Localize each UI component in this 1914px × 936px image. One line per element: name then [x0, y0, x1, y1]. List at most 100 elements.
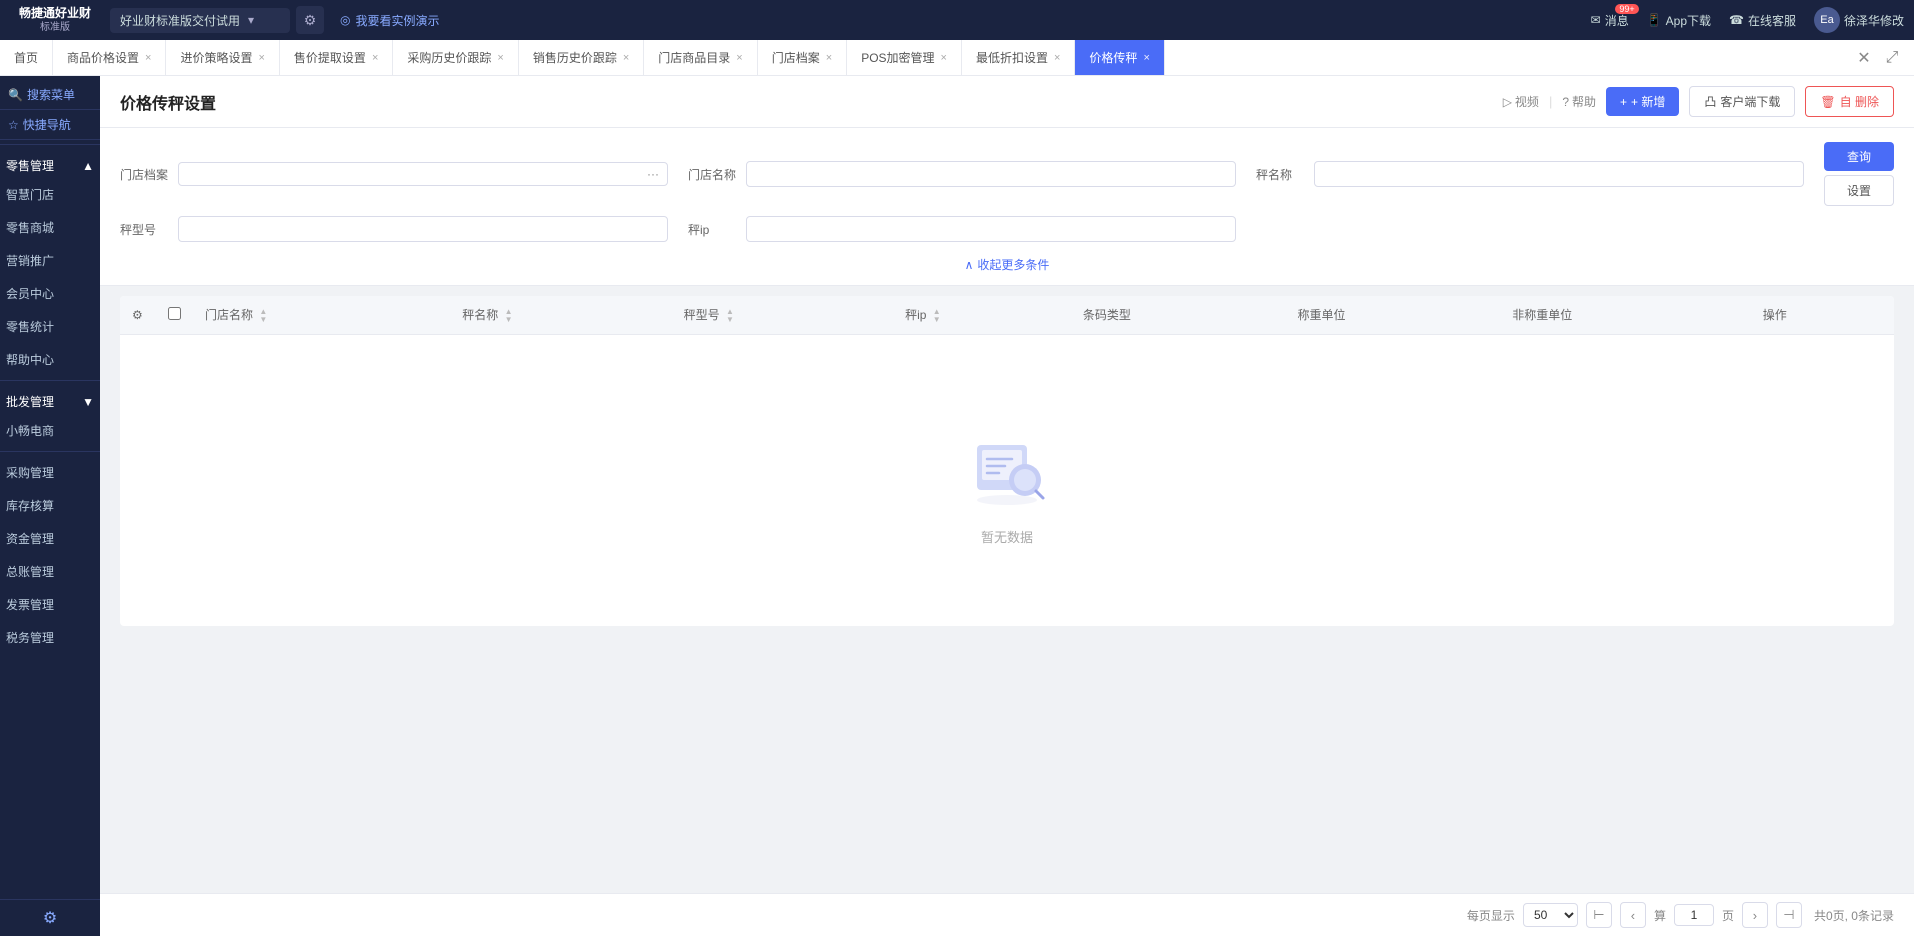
filter-scale-ip-input[interactable]	[746, 216, 1236, 242]
sidebar-item-tax[interactable]: 税务管理	[0, 621, 100, 654]
user-menu[interactable]: Ea 徐泽华修改	[1814, 7, 1904, 33]
sidebar-search[interactable]: 🔍 搜索菜单	[0, 76, 100, 110]
tab-bar: 首页 商品价格设置 × 进价策略设置 × 售价提取设置 × 采购历史价跟踪 × …	[0, 40, 1914, 76]
per-page-select[interactable]: 50 10 20 100	[1523, 903, 1578, 927]
close-icon[interactable]: ×	[941, 52, 947, 64]
sidebar-item-purchase[interactable]: 采购管理	[0, 456, 100, 489]
download-icon: 凸	[1704, 93, 1716, 110]
tab-sale-history[interactable]: 销售历史价跟踪 ×	[519, 40, 644, 76]
main-layout: 🔍 搜索菜单 ☆ 快捷导航 零售管理 ▲ 智慧门店 零售商城 营销推广 会员中心…	[0, 76, 1914, 936]
filter-store-profile-input[interactable]	[187, 167, 647, 181]
close-icon[interactable]: ×	[145, 52, 151, 64]
tab-store-catalog[interactable]: 门店商品目录 ×	[644, 40, 757, 76]
sidebar-settings-button[interactable]: ⚙	[0, 899, 100, 936]
select-all-checkbox[interactable]	[168, 307, 181, 320]
tab-sale-extract[interactable]: 售价提取设置 ×	[280, 40, 393, 76]
sidebar-item-help[interactable]: 帮助中心	[0, 343, 100, 376]
sidebar-item-finance[interactable]: 资金管理	[0, 522, 100, 555]
tab-goods-price[interactable]: 商品价格设置 ×	[53, 40, 166, 76]
sidebar-item-retail-stats[interactable]: 零售统计	[0, 310, 100, 343]
close-icon[interactable]: ×	[1054, 52, 1060, 64]
pagination: 每页显示 50 10 20 100 ⊢ ‹ 算 页 › ⊣ 共0页, 0条记录	[100, 893, 1914, 936]
tab-home[interactable]: 首页	[0, 40, 53, 76]
next-page-button[interactable]: ›	[1742, 902, 1768, 928]
setting-button[interactable]: 设置	[1824, 175, 1894, 206]
expand-tab-button[interactable]: ⤢	[1878, 44, 1906, 72]
sidebar-section-retail[interactable]: 零售管理 ▲	[0, 149, 100, 178]
close-icon[interactable]: ×	[736, 52, 742, 64]
close-icon[interactable]: ×	[1143, 52, 1149, 64]
filter-row-1: 门店档案 ··· 门店名称 秤名称 查询	[120, 142, 1894, 206]
filter-store-name-input[interactable]	[746, 161, 1236, 187]
tab-price-scale[interactable]: 价格传秤 ×	[1075, 40, 1164, 76]
sidebar-section-wholesale[interactable]: 批发管理 ▼	[0, 385, 100, 414]
sidebar-item-member[interactable]: 会员中心	[0, 277, 100, 310]
store-profile-ellipsis[interactable]: ···	[647, 167, 659, 181]
tab-purchase-history[interactable]: 采购历史价跟踪 ×	[393, 40, 518, 76]
app-download-button[interactable]: 📱 App下载	[1647, 12, 1711, 29]
first-page-button[interactable]: ⊢	[1586, 902, 1612, 928]
tab-sale-extract-label: 售价提取设置	[294, 49, 366, 66]
settings-icon[interactable]: ⚙	[296, 6, 324, 34]
filter-scale-name-input[interactable]	[1314, 161, 1804, 187]
delete-button[interactable]: 🗑 自 删除	[1805, 86, 1894, 117]
prev-page-button[interactable]: ‹	[1620, 902, 1646, 928]
close-icon[interactable]: ×	[372, 52, 378, 64]
close-icon[interactable]: ×	[623, 52, 629, 64]
sidebar-item-retail-mall-label: 零售商城	[6, 219, 54, 236]
sidebar-item-retail-mall[interactable]: 零售商城	[0, 211, 100, 244]
close-icon[interactable]: ×	[826, 52, 832, 64]
download-button[interactable]: 凸 客户端下载	[1689, 86, 1795, 117]
tab-min-discount[interactable]: 最低折扣设置 ×	[962, 40, 1075, 76]
video-link[interactable]: ▷ 视频	[1503, 93, 1539, 110]
tab-pos-encrypt[interactable]: POS加密管理 ×	[847, 40, 962, 76]
app-selector-text: 好业财标准版交付试用	[120, 12, 240, 29]
last-page-button[interactable]: ⊣	[1776, 902, 1802, 928]
filter-store-name: 门店名称	[688, 161, 1236, 187]
demo-link[interactable]: ◎ 我要看实例演示	[340, 12, 440, 29]
online-service-button[interactable]: ☎ 在线客服	[1729, 12, 1796, 29]
filter-scale-model-input[interactable]	[178, 216, 668, 242]
th-scale-model[interactable]: 秤型号 ▲▼	[672, 296, 893, 334]
sidebar-item-invoice[interactable]: 发票管理	[0, 588, 100, 621]
chevron-up-icon: ∧	[965, 258, 974, 272]
tab-purchase-strategy[interactable]: 进价策略设置 ×	[166, 40, 279, 76]
sidebar-item-xiaochang[interactable]: 小畅电商	[0, 414, 100, 447]
th-weight-unit: 称重单位	[1286, 296, 1501, 334]
close-tab-button[interactable]: ✕	[1850, 44, 1878, 72]
sidebar-nav[interactable]: ☆ 快捷导航	[0, 110, 100, 140]
th-checkbox[interactable]	[156, 296, 193, 334]
sidebar-item-inventory[interactable]: 库存核算	[0, 489, 100, 522]
th-store-name[interactable]: 门店名称 ▲▼	[193, 296, 450, 334]
sidebar-item-ledger-label: 总账管理	[6, 563, 54, 580]
page-header: 价格传秤设置 ▷ 视频 | ? 帮助 + + 新增 凸 客户端下载	[100, 76, 1914, 128]
sidebar-divider-2	[0, 380, 100, 381]
th-scale-ip[interactable]: 秤ip ▲▼	[893, 296, 1071, 334]
page-input[interactable]	[1674, 904, 1714, 926]
sidebar-search-label: 搜索菜单	[27, 86, 75, 103]
sidebar-item-marketing[interactable]: 营销推广	[0, 244, 100, 277]
add-button[interactable]: + + 新增	[1606, 87, 1679, 116]
close-icon[interactable]: ×	[497, 52, 503, 64]
collapse-button[interactable]: ∧ 收起更多条件	[120, 252, 1894, 277]
help-link[interactable]: ? 帮助	[1562, 93, 1596, 110]
filter-store-profile: 门店档案 ···	[120, 162, 668, 186]
tab-purchase-strategy-label: 进价策略设置	[180, 49, 252, 66]
th-scale-name[interactable]: 秤名称 ▲▼	[450, 296, 671, 334]
sidebar-item-smart-store[interactable]: 智慧门店	[0, 178, 100, 211]
filter-scale-name-label: 秤名称	[1256, 166, 1306, 183]
top-bar: 畅捷通好业财 标准版 好业财标准版交付试用 ▾ ⚙ ◎ 我要看实例演示 ✉ 消息…	[0, 0, 1914, 40]
tab-store-profile[interactable]: 门店档案 ×	[758, 40, 847, 76]
tab-min-discount-label: 最低折扣设置	[976, 49, 1048, 66]
close-icon[interactable]: ×	[258, 52, 264, 64]
tab-pos-encrypt-label: POS加密管理	[861, 49, 934, 66]
sidebar-item-xiaochang-label: 小畅电商	[6, 422, 54, 439]
query-button[interactable]: 查询	[1824, 142, 1894, 171]
th-gear[interactable]: ⚙	[120, 296, 156, 334]
sidebar: 🔍 搜索菜单 ☆ 快捷导航 零售管理 ▲ 智慧门店 零售商城 营销推广 会员中心…	[0, 76, 100, 936]
avatar: Ea	[1814, 7, 1840, 33]
sidebar-item-ledger[interactable]: 总账管理	[0, 555, 100, 588]
filter-scale-name: 秤名称	[1256, 161, 1804, 187]
message-button[interactable]: ✉ 消息 99+	[1591, 12, 1629, 29]
app-selector[interactable]: 好业财标准版交付试用 ▾	[110, 8, 290, 33]
